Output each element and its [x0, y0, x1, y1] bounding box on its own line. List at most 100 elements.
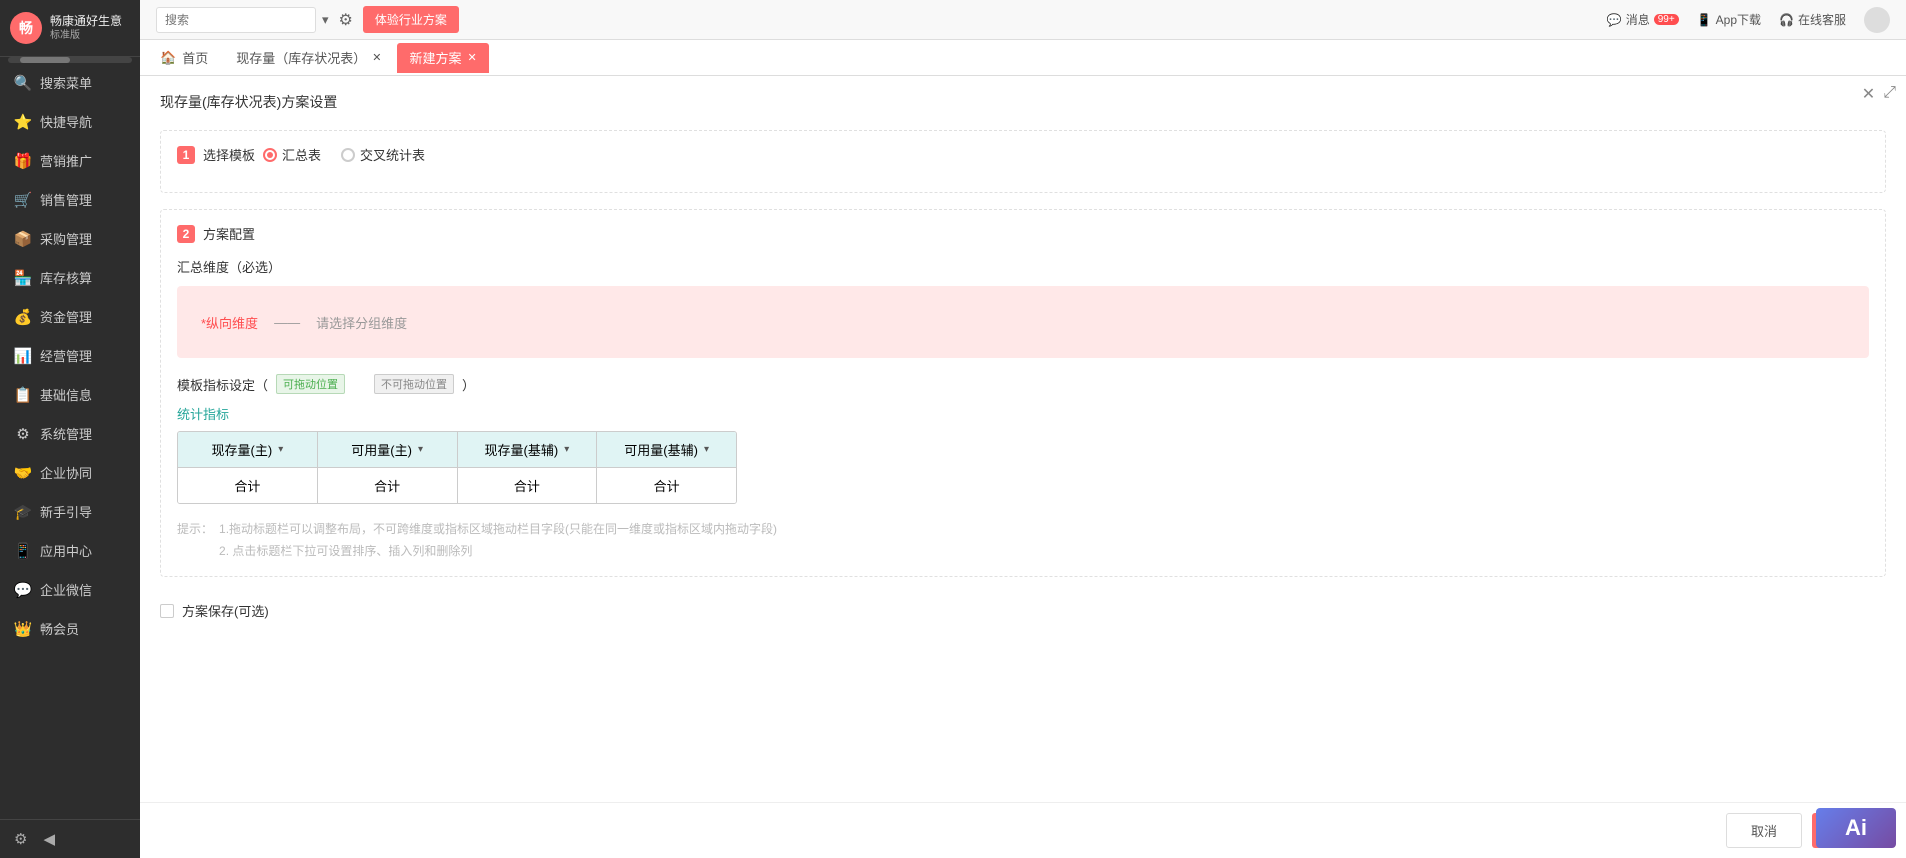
step1-header: 1 选择模板 汇总表 交叉统计表 — [177, 145, 1869, 164]
stats-table-header-row: 现存量(主) ▾ 可用量(主) ▾ 现存量(基辅 — [178, 432, 736, 468]
message-btn[interactable]: 💬 消息 99+ — [1607, 11, 1679, 28]
sidebar-item-wechat[interactable]: 💬 企业微信 — [0, 570, 140, 609]
radio-cross-circle — [341, 148, 355, 162]
step1-label: 选择模板 — [203, 145, 255, 164]
col-current-aux: 现存量(基辅) ▾ — [458, 432, 598, 468]
message-badge: 99+ — [1654, 14, 1679, 25]
content-inner: 现存量(库存状况表)方案设置 1 选择模板 汇总表 交叉统计表 — [140, 76, 1906, 802]
settings-icon[interactable]: ⚙ — [14, 830, 27, 848]
mobile-icon: 📱 — [14, 542, 32, 560]
step2-num: 2 — [177, 225, 195, 243]
app-logo-icon: 畅 — [10, 12, 42, 44]
graduation-icon: 🎓 — [14, 503, 32, 521]
sidebar-item-quick-nav[interactable]: ⭐ 快捷导航 — [0, 102, 140, 141]
wechat-icon: 💬 — [14, 581, 32, 599]
sidebar-logo: 畅 畅康通好生意 标准版 — [0, 0, 140, 57]
sidebar-item-new-guide[interactable]: 🎓 新手引导 — [0, 492, 140, 531]
topbar-gear-icon[interactable]: ⚙ — [339, 10, 353, 30]
trial-btn[interactable]: 体验行业方案 — [363, 6, 459, 33]
online-service-btn[interactable]: 🎧 在线客服 — [1779, 11, 1846, 28]
tab-inventory-close-icon[interactable]: ✕ — [372, 51, 381, 64]
content-area: ✕ ⤢ 现存量(库存状况表)方案设置 1 选择模板 汇总表 — [140, 76, 1906, 858]
dimension-dash: —— — [274, 315, 300, 330]
stats-table: 现存量(主) ▾ 可用量(主) ▾ 现存量(基辅 — [177, 431, 737, 504]
panel-controls: ✕ ⤢ — [1862, 84, 1896, 104]
page-title: 现存量(库存状况表)方案设置 — [160, 92, 1886, 112]
app-download-btn[interactable]: 📱 App下载 — [1697, 11, 1761, 28]
search-input[interactable] — [156, 7, 316, 33]
search-area: ▾ — [156, 7, 329, 33]
radio-summary[interactable]: 汇总表 — [263, 145, 321, 164]
sidebar-item-member[interactable]: 👑 畅会员 — [0, 609, 140, 648]
search-icon: 🔍 — [14, 74, 32, 92]
tab-new-scheme-close-icon[interactable]: ✕ — [467, 51, 476, 64]
collapse-icon[interactable]: ◀ — [43, 830, 55, 848]
star-icon: ⭐ — [14, 113, 32, 131]
tips-section: 提示： 1.拖动标题栏可以调整布局，不可跨维度或指标区域拖动栏目字段(只能在同一… — [177, 519, 1869, 562]
non-draggable-tag: 不可拖动位置 — [374, 374, 454, 394]
ai-badge[interactable]: Ai — [1816, 808, 1896, 848]
col2-dropdown-icon[interactable]: ▾ — [564, 444, 569, 455]
panel-expand-icon[interactable]: ⤢ — [1883, 84, 1896, 104]
draggable-tag: 可拖动位置 — [276, 374, 345, 394]
search-dropdown-icon[interactable]: ▾ — [322, 12, 329, 28]
sidebar-nav: 🔍 搜索菜单 ⭐ 快捷导航 🎁 营销推广 🛒 销售管理 📦 采购管理 🏪 库存核… — [0, 63, 140, 819]
step2-header: 2 方案配置 — [177, 224, 1869, 243]
tab-new-scheme[interactable]: 新建方案 ✕ — [397, 43, 488, 73]
home-icon: 🏠 — [160, 50, 176, 66]
dimension-box[interactable]: *纵向维度 —— 请选择分组维度 — [177, 286, 1869, 358]
sidebar-item-purchase[interactable]: 📦 采购管理 — [0, 219, 140, 258]
message-icon: 💬 — [1607, 13, 1622, 27]
cell-0-3: 合计 — [597, 468, 736, 503]
step1-num: 1 — [177, 146, 195, 164]
clipboard-icon: 📋 — [14, 386, 32, 404]
sidebar-item-search[interactable]: 🔍 搜索菜单 — [0, 63, 140, 102]
footer-save-option: 方案保存(可选) — [160, 593, 1886, 628]
download-icon: 📱 — [1697, 13, 1712, 27]
tab-inventory-status[interactable]: 现存量（库存状况表） ✕ — [224, 43, 393, 73]
sidebar-footer: ⚙ ◀ — [0, 819, 140, 858]
chart-icon: 📊 — [14, 347, 32, 365]
main-area: ▾ ⚙ 体验行业方案 💬 消息 99+ 📱 App下载 🎧 在线客服 🏠 — [140, 0, 1906, 858]
dimension-placeholder: *纵向维度 —— 请选择分组维度 — [201, 313, 407, 332]
cancel-button[interactable]: 取消 — [1726, 813, 1802, 848]
save-checkbox-label: 方案保存(可选) — [182, 601, 269, 620]
radio-cross[interactable]: 交叉统计表 — [341, 145, 425, 164]
sidebar-item-inventory[interactable]: 🏪 库存核算 — [0, 258, 140, 297]
user-avatar[interactable] — [1864, 7, 1890, 33]
summary-dimension-label: 汇总维度（必选） — [177, 257, 1869, 276]
tab-home[interactable]: 🏠 首页 — [148, 43, 220, 73]
col-current-main: 现存量(主) ▾ — [178, 432, 318, 468]
store-icon: 🏪 — [14, 269, 32, 287]
tip-line-1: 提示： 1.拖动标题栏可以调整布局，不可跨维度或指标区域拖动栏目字段(只能在同一… — [177, 519, 1869, 541]
sidebar-item-sales[interactable]: 🛒 销售管理 — [0, 180, 140, 219]
col-available-aux: 可用量(基辅) ▾ — [597, 432, 736, 468]
stats-section-label: 统计指标 — [177, 404, 1869, 423]
handshake-icon: 🤝 — [14, 464, 32, 482]
panel-close-icon[interactable]: ✕ — [1862, 84, 1875, 104]
cell-0-2: 合计 — [458, 468, 598, 503]
action-bar: 取消 查询 — [140, 802, 1906, 858]
cart-icon: 🛒 — [14, 191, 32, 209]
save-checkbox[interactable] — [160, 604, 174, 618]
sidebar-item-app-center[interactable]: 📱 应用中心 — [0, 531, 140, 570]
tip-line-2: 提示： 2. 点击标题栏下拉可设置排序、插入列和删除列 — [177, 541, 1869, 563]
tip-title: 提示： — [177, 519, 213, 541]
step1-section: 1 选择模板 汇总表 交叉统计表 — [160, 130, 1886, 193]
app-logo-text: 畅康通好生意 标准版 — [50, 14, 122, 43]
sidebar-item-enterprise[interactable]: 🤝 企业协同 — [0, 453, 140, 492]
dimension-hint: 请选择分组维度 — [316, 313, 407, 332]
sidebar-item-management[interactable]: 📊 经营管理 — [0, 336, 140, 375]
headset-icon: 🎧 — [1779, 13, 1794, 27]
indicator-settings-label: 模板指标设定（ 可拖动位置 不可拖动位置 ） — [177, 374, 1869, 394]
crown-icon: 👑 — [14, 620, 32, 638]
sidebar-item-basic-info[interactable]: 📋 基础信息 — [0, 375, 140, 414]
sidebar-item-marketing[interactable]: 🎁 营销推广 — [0, 141, 140, 180]
sidebar-item-system[interactable]: ⚙ 系统管理 — [0, 414, 140, 453]
sidebar-item-finance[interactable]: 💰 资金管理 — [0, 297, 140, 336]
cell-0-1: 合计 — [318, 468, 458, 503]
dimension-required-marker: *纵向维度 — [201, 313, 258, 332]
col0-dropdown-icon[interactable]: ▾ — [278, 444, 283, 455]
col1-dropdown-icon[interactable]: ▾ — [418, 444, 423, 455]
col3-dropdown-icon[interactable]: ▾ — [704, 444, 709, 455]
